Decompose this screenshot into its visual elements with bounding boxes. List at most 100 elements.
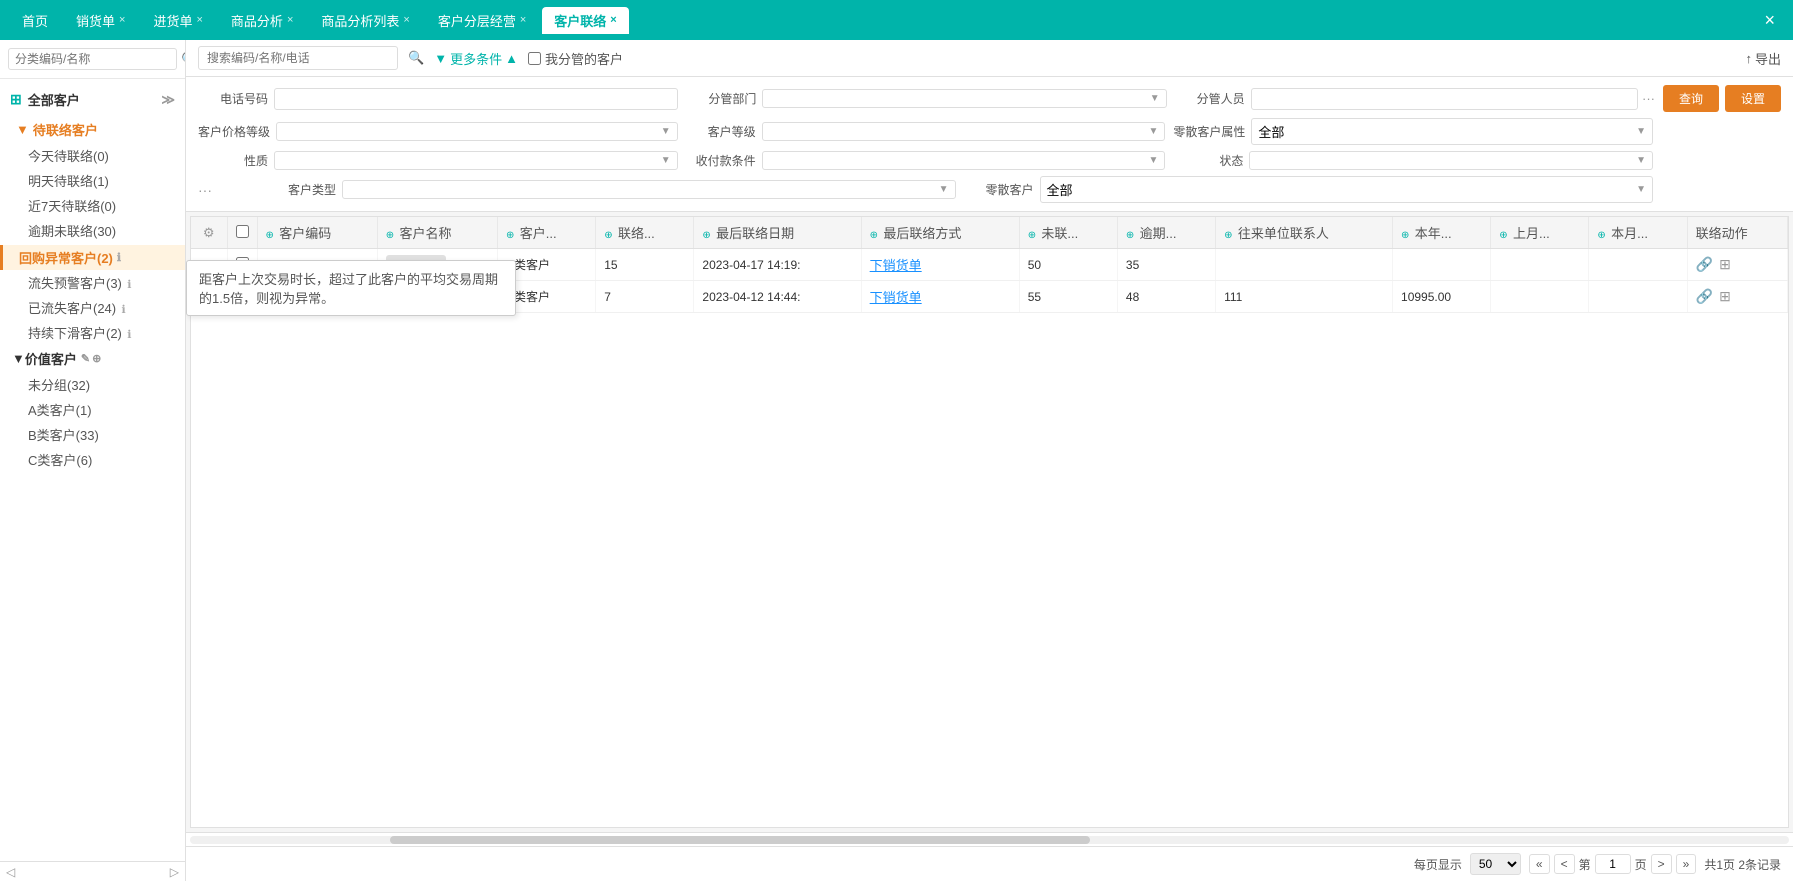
sidebar-item-declining[interactable]: 持续下滑客户(2) ℹ <box>0 320 185 345</box>
sidebar-item-overdue[interactable]: 逾期未联络(30) <box>0 218 185 243</box>
close-product-analysis-list-tab[interactable]: × <box>403 14 409 26</box>
all-customers-title[interactable]: ⊞ 全部客户 ≫ <box>0 85 185 114</box>
sidebar-scroll-left[interactable]: ◁ <box>6 865 15 879</box>
pending-contact-group: ▼ 待联络客户 今天待联络(0) 明天待联络(1) 近7天待联络(0) 逾期未联… <box>0 116 185 243</box>
th-customer-code[interactable]: ⊕ 客户编码 <box>257 217 377 249</box>
payment-terms-select[interactable]: ▼ <box>762 151 1166 170</box>
add-icon[interactable]: ⊕ <box>92 352 101 365</box>
sidebar-item-c-class[interactable]: C类客户(6) <box>0 447 185 472</box>
th-last-month[interactable]: ⊕ 上月... <box>1491 217 1589 249</box>
nav-tab-customer-contact[interactable]: 客户联络 × <box>542 7 628 34</box>
nav-tab-customer-segmentation[interactable]: 客户分层经营 × <box>426 7 538 34</box>
nature-select[interactable]: ▼ <box>274 151 678 170</box>
nav-tab-home[interactable]: 首页 <box>10 7 60 34</box>
th-last-contact-date[interactable]: ⊕ 最后联络日期 <box>694 217 861 249</box>
customer-type-select[interactable]: ▼ <box>342 180 956 199</box>
manager-dots-icon[interactable]: ··· <box>1642 91 1655 106</box>
settings-icon[interactable]: ⚙ <box>203 225 215 240</box>
row1-grid-icon[interactable]: ⊞ <box>1719 256 1731 273</box>
horizontal-scrollbar[interactable] <box>186 832 1793 846</box>
row1-action-icons: 🔗 ⊞ <box>1696 256 1779 273</box>
my-customers-checkbox-label[interactable]: 我分管的客户 <box>528 49 623 68</box>
edit-icon[interactable]: ✎ <box>81 352 90 365</box>
scrollbar-thumb[interactable] <box>390 836 1090 844</box>
department-dropdown-icon: ▼ <box>1150 93 1160 104</box>
query-button[interactable]: 查询 <box>1663 85 1719 112</box>
row2-contact-method-link[interactable]: 下销货单 <box>870 290 922 305</box>
per-page-select[interactable]: 50 100 200 <box>1470 853 1521 875</box>
th-overdue[interactable]: ⊕ 逾期... <box>1117 217 1215 249</box>
retail-attr-select[interactable]: 全部 ▼ <box>1251 118 1653 145</box>
select-all-checkbox[interactable] <box>236 225 249 238</box>
close-customer-segmentation-tab[interactable]: × <box>520 14 526 26</box>
row1-link-icon[interactable]: 🔗 <box>1696 256 1713 273</box>
sidebar-search-area: 🔍 <box>0 40 185 79</box>
info-icon-lost: ℹ <box>127 279 131 291</box>
sidebar-item-already-lost[interactable]: 已流失客户(24) ℹ <box>0 295 185 320</box>
more-dots-button[interactable]: ··· <box>198 182 212 198</box>
nav-tab-sales[interactable]: 销货单 × <box>64 7 137 34</box>
sidebar-search-input[interactable] <box>8 48 177 70</box>
row2-link-icon[interactable]: 🔗 <box>1696 288 1713 305</box>
row1-overdue: 35 <box>1117 249 1215 281</box>
sidebar-item-a-class[interactable]: A类客户(1) <box>0 397 185 422</box>
my-customers-checkbox[interactable] <box>528 52 541 65</box>
close-product-analysis-tab[interactable]: × <box>287 14 293 26</box>
sidebar-item-lost-warning[interactable]: 流失预警客户(3) ℹ <box>0 270 185 295</box>
sidebar-item-7days[interactable]: 近7天待联络(0) <box>0 193 185 218</box>
th-checkbox[interactable] <box>227 217 257 249</box>
th-contact-count[interactable]: ⊕ 联络... <box>596 217 694 249</box>
sidebar-scroll-right[interactable]: ▷ <box>170 865 179 879</box>
filter-more-conditions-button[interactable]: ▼ 更多条件 ▲ <box>434 49 518 68</box>
sidebar-item-today[interactable]: 今天待联络(0) <box>0 143 185 168</box>
filter-search-button[interactable]: 🔍 <box>408 50 424 66</box>
page-prefix-label: 第 <box>1579 856 1591 873</box>
sidebar-item-b-class[interactable]: B类客户(33) <box>0 422 185 447</box>
row1-contacts <box>1216 249 1393 281</box>
nav-tab-purchase[interactable]: 进货单 × <box>141 7 214 34</box>
close-customer-contact-tab[interactable]: × <box>610 14 616 26</box>
filter-search-input[interactable] <box>198 46 398 70</box>
manager-input[interactable] <box>1251 88 1638 110</box>
th-customer-type[interactable]: ⊕ 客户... <box>498 217 596 249</box>
retail-customer-select[interactable]: 全部 ▼ <box>1040 176 1654 203</box>
pagination-prev-btn[interactable]: < <box>1554 854 1575 874</box>
th-this-month[interactable]: ⊕ 本月... <box>1589 217 1687 249</box>
th-settings[interactable]: ⚙ <box>191 217 227 249</box>
sidebar-collapse-icon[interactable]: ≫ <box>161 92 175 108</box>
settings-button[interactable]: 设置 <box>1725 85 1781 112</box>
sidebar-item-tomorrow[interactable]: 明天待联络(1) <box>0 168 185 193</box>
value-customer-group-title[interactable]: ▼ 价值客户 ✎ ⊕ <box>0 345 185 372</box>
th-contacts[interactable]: ⊕ 往来单位联系人 <box>1216 217 1393 249</box>
customer-level-select[interactable]: ▼ <box>762 122 1166 141</box>
export-button[interactable]: ↑ 导出 <box>1745 49 1781 68</box>
status-select[interactable]: ▼ <box>1249 151 1653 170</box>
window-close-button[interactable]: × <box>1756 10 1783 31</box>
page-suffix-label: 页 <box>1635 856 1647 873</box>
pending-contact-group-title[interactable]: ▼ 待联络客户 <box>0 116 185 143</box>
pagination-first-btn[interactable]: « <box>1529 854 1550 874</box>
row1-contact-method-link[interactable]: 下销货单 <box>870 258 922 273</box>
page-number-input[interactable] <box>1595 854 1631 874</box>
sidebar-item-repurchase-abnormal[interactable]: 回购异常客户(2) ℹ <box>0 245 185 270</box>
nav-tab-product-analysis-list[interactable]: 商品分析列表 × <box>309 7 421 34</box>
th-uncontacted[interactable]: ⊕ 未联... <box>1019 217 1117 249</box>
close-purchase-tab[interactable]: × <box>196 14 202 26</box>
nav-tab-product-analysis[interactable]: 商品分析 × <box>219 7 305 34</box>
row1-this-year <box>1393 249 1491 281</box>
department-select[interactable]: ▼ <box>762 89 1166 108</box>
row2-last-contact-method[interactable]: 下销货单 <box>861 281 1019 313</box>
th-last-contact-method[interactable]: ⊕ 最后联络方式 <box>861 217 1019 249</box>
sidebar-item-unclassified[interactable]: 未分组(32) <box>0 372 185 397</box>
row1-last-month <box>1491 249 1589 281</box>
pagination-next-btn[interactable]: > <box>1651 854 1672 874</box>
price-level-select[interactable]: ▼ <box>276 122 678 141</box>
row1-last-contact-method[interactable]: 下销货单 <box>861 249 1019 281</box>
pagination-last-btn[interactable]: » <box>1676 854 1697 874</box>
th-customer-name[interactable]: ⊕ 客户名称 <box>377 217 497 249</box>
close-sales-tab[interactable]: × <box>119 14 125 26</box>
phone-input[interactable] <box>274 88 678 110</box>
th-this-year[interactable]: ⊕ 本年... <box>1393 217 1491 249</box>
row2-grid-icon[interactable]: ⊞ <box>1719 288 1731 305</box>
filter-field-nature: 性质 ▼ <box>198 151 678 170</box>
